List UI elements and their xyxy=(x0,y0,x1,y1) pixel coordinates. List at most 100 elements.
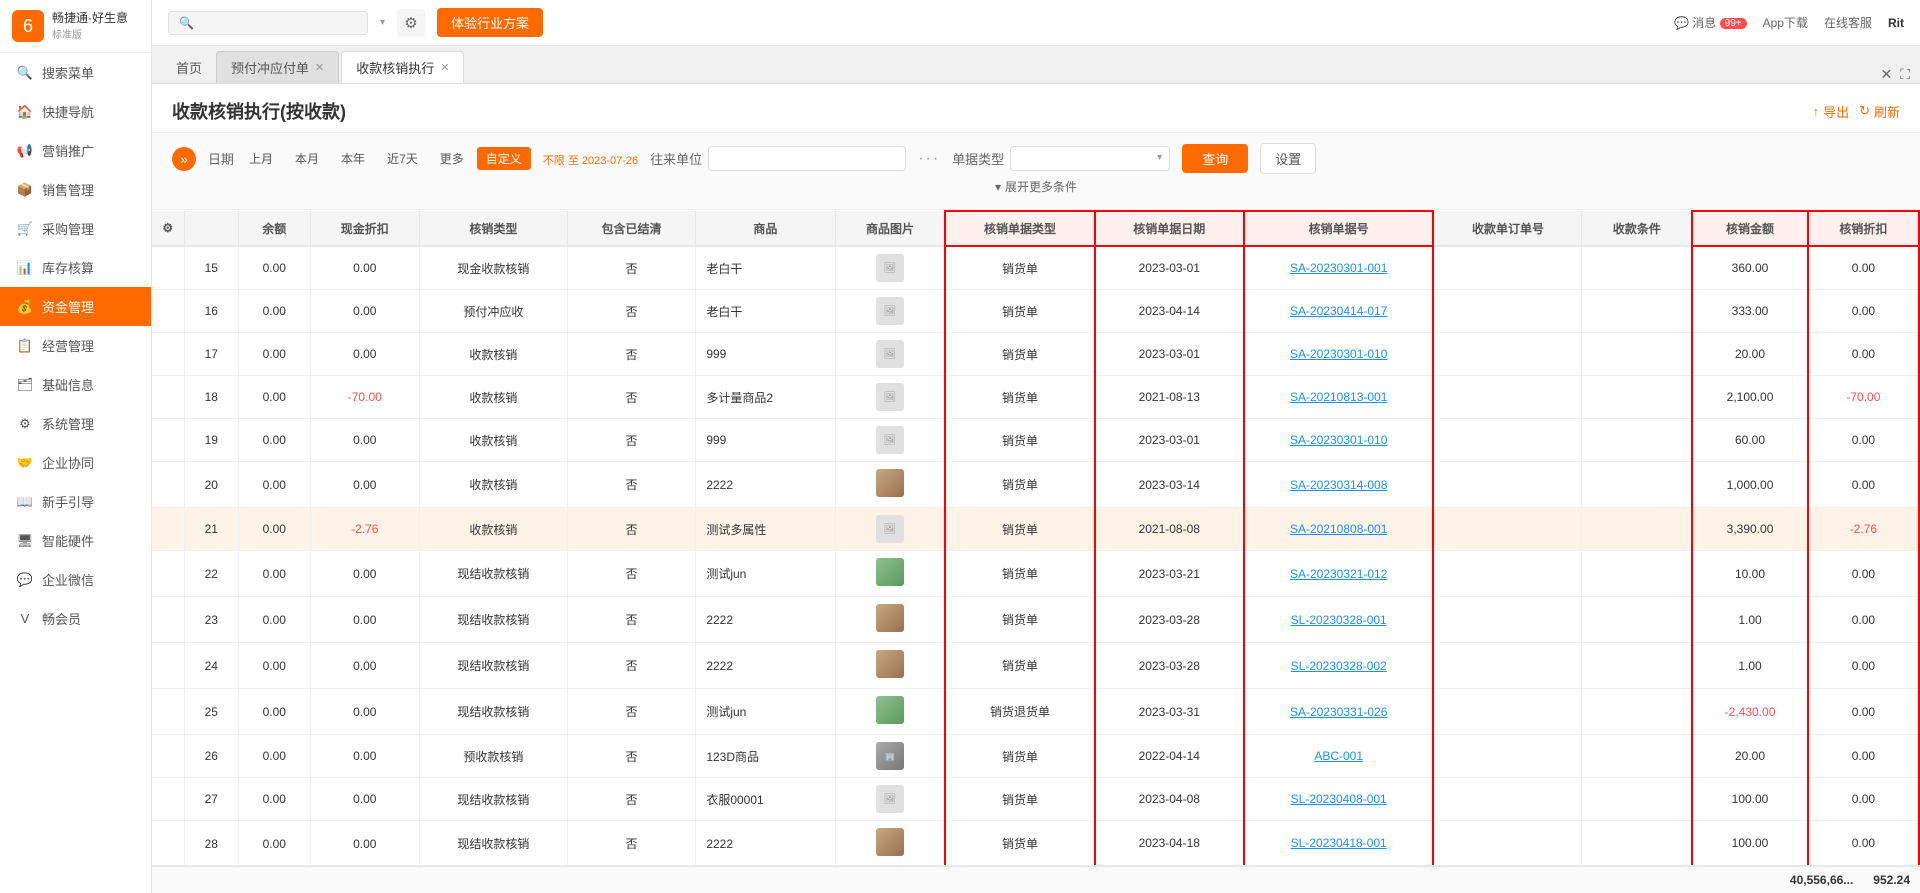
doc-no-link[interactable]: SA-20230321-012 xyxy=(1290,567,1387,581)
table-row: 27 0.00 0.00 现结收款核销 否 衣服00001 🖼 销货单 2023… xyxy=(152,778,1919,821)
cell-cancel-discount: -2.76 xyxy=(1808,508,1919,551)
tab-collection[interactable]: 收款核销执行 ✕ xyxy=(341,51,464,83)
cell-cancel-discount: 0.00 xyxy=(1808,597,1919,643)
doc-no-link[interactable]: SA-20230301-010 xyxy=(1290,347,1387,361)
expand-more-conditions[interactable]: ▾ 展开更多条件 xyxy=(172,174,1900,199)
table-header-row: ⚙ 余额 现金折扣 核销类型 包含已结清 商品 商品图片 核销单据类型 核销单据… xyxy=(152,211,1919,246)
doc-no-link[interactable]: SL-20230328-001 xyxy=(1291,613,1387,627)
dropdown-chevron-icon[interactable]: ▾ xyxy=(380,17,385,28)
col-product-header: 商品 xyxy=(696,211,835,246)
cell-cancel-type: 收款核销 xyxy=(420,462,568,508)
topbar-right: 💬 消息 99+ App下载 在线客服 Rit xyxy=(1674,14,1904,31)
doc-no-link[interactable]: SL-20230328-002 xyxy=(1291,659,1387,673)
query-button[interactable]: 查询 xyxy=(1182,144,1248,173)
close-tab-icon[interactable]: ✕ xyxy=(1880,66,1892,83)
date-custom-btn[interactable]: 自定义 xyxy=(477,147,531,170)
doc-no-link[interactable]: SA-20230314-008 xyxy=(1290,478,1387,492)
sidebar-item-collab[interactable]: 🤝 企业协同 xyxy=(0,443,151,482)
sidebar-item-finance[interactable]: 💰 资金管理 xyxy=(0,287,151,326)
doc-no-link[interactable]: SL-20230418-001 xyxy=(1291,836,1387,850)
cell-includes-settled: 否 xyxy=(567,821,696,866)
sidebar-label-inventory: 库存核算 xyxy=(42,258,94,277)
cell-cash-discount: 0.00 xyxy=(310,643,420,689)
cell-receipt-order xyxy=(1433,462,1581,508)
doc-no-link[interactable]: SA-20210808-001 xyxy=(1290,522,1387,536)
sidebar-item-inventory[interactable]: 📊 库存核算 xyxy=(0,248,151,287)
industry-solution-button[interactable]: 体验行业方案 xyxy=(437,8,543,37)
cell-product-img: 🏢 xyxy=(835,735,945,778)
filter-expand-button[interactable]: » xyxy=(172,147,196,171)
cell-balance: 0.00 xyxy=(239,551,310,597)
sidebar-item-marketing[interactable]: 📢 营销推广 xyxy=(0,131,151,170)
doc-no-link[interactable]: SA-20230301-010 xyxy=(1290,433,1387,447)
export-button[interactable]: ↑ 导出 xyxy=(1813,102,1850,121)
app-download-link[interactable]: App下载 xyxy=(1763,14,1808,31)
date-this-month-btn[interactable]: 本月 xyxy=(286,147,328,170)
col-cancel-amount-header: 核销金额 xyxy=(1692,211,1807,246)
date-more-btn[interactable]: 更多 xyxy=(431,147,473,170)
date-7days-btn[interactable]: 近7天 xyxy=(378,147,427,170)
doc-no-link[interactable]: SA-20230331-026 xyxy=(1290,705,1387,719)
cell-receipt-order xyxy=(1433,551,1581,597)
cell-includes-settled: 否 xyxy=(567,643,696,689)
sidebar-item-hardware[interactable]: 🖥 智能硬件 xyxy=(0,521,151,560)
sidebar-item-system[interactable]: ⚙ 系统管理 xyxy=(0,404,151,443)
settings-button[interactable]: 设置 xyxy=(1260,143,1316,174)
sidebar-label-sales: 销售管理 xyxy=(42,180,94,199)
tab-collection-close-icon[interactable]: ✕ xyxy=(440,61,449,74)
sidebar-item-sales[interactable]: 📦 销售管理 xyxy=(0,170,151,209)
cell-receipt-cond xyxy=(1582,597,1692,643)
user-name[interactable]: Rit xyxy=(1888,16,1904,30)
product-image-placeholder: 🖼 xyxy=(876,340,904,368)
refresh-button[interactable]: ↻ 刷新 xyxy=(1859,102,1900,121)
sidebar-item-operations[interactable]: 📋 经营管理 xyxy=(0,326,151,365)
date-options: 上月 本月 本年 近7天 更多 自定义 xyxy=(240,147,531,170)
cell-doc-no: SA-20210808-001 xyxy=(1244,508,1434,551)
cell-no: 16 xyxy=(184,290,239,333)
sidebar-item-basics[interactable]: 🗂 基础信息 xyxy=(0,365,151,404)
purchase-icon: 🛒 xyxy=(16,220,34,238)
cell-cancel-amount: 100.00 xyxy=(1692,778,1807,821)
online-service-link[interactable]: 在线客服 xyxy=(1824,14,1872,31)
messages-area[interactable]: 💬 消息 99+ xyxy=(1674,14,1747,31)
sidebar-item-quick-nav[interactable]: 🏠 快捷导航 xyxy=(0,92,151,131)
inventory-icon: 📊 xyxy=(16,259,34,277)
doc-no-link[interactable]: SA-20230301-001 xyxy=(1290,261,1387,275)
partner-input[interactable] xyxy=(708,146,906,171)
cell-cancel-type: 现结收款核销 xyxy=(420,551,568,597)
sidebar-item-wechat[interactable]: 💬 企业微信 xyxy=(0,560,151,599)
doc-no-link[interactable]: SA-20230414-017 xyxy=(1290,304,1387,318)
cell-product-img xyxy=(835,597,945,643)
tab-home[interactable]: 首页 xyxy=(162,52,216,83)
cell-cancel-type: 预收款核销 xyxy=(420,735,568,778)
cell-no: 27 xyxy=(184,778,239,821)
product-image-placeholder: 🖼 xyxy=(876,426,904,454)
cell-product: 测试jun xyxy=(696,689,835,735)
cell-cancel-type: 预付冲应收 xyxy=(420,290,568,333)
sidebar-item-purchase[interactable]: 🛒 采购管理 xyxy=(0,209,151,248)
doc-type-select[interactable] xyxy=(1010,146,1170,171)
product-image xyxy=(876,604,904,632)
sidebar-item-search[interactable]: 🔍 搜索菜单 xyxy=(0,53,151,92)
expand-icon[interactable]: ⛶ xyxy=(1900,66,1910,83)
cell-no: 26 xyxy=(184,735,239,778)
cell-no: 20 xyxy=(184,462,239,508)
column-settings-icon[interactable]: ⚙ xyxy=(162,221,173,235)
tab-prepay-close-icon[interactable]: ✕ xyxy=(315,61,324,74)
tab-prepay[interactable]: 预付冲应付单 ✕ xyxy=(216,51,339,83)
cell-cancel-type: 收款核销 xyxy=(420,508,568,551)
sidebar-label-hardware: 智能硬件 xyxy=(42,531,94,550)
col-settings-header[interactable]: ⚙ xyxy=(152,211,184,246)
sidebar-item-member[interactable]: V 畅会员 xyxy=(0,599,151,638)
doc-no-link[interactable]: ABC-001 xyxy=(1314,749,1363,763)
date-last-month-btn[interactable]: 上月 xyxy=(240,147,282,170)
date-this-year-btn[interactable]: 本年 xyxy=(332,147,374,170)
settings-icon[interactable]: ⚙ xyxy=(397,9,425,37)
cell-receipt-order xyxy=(1433,333,1581,376)
doc-no-link[interactable]: SL-20230408-001 xyxy=(1291,792,1387,806)
doc-no-link[interactable]: SA-20210813-001 xyxy=(1290,390,1387,404)
sidebar-item-guide[interactable]: 📖 新手引导 xyxy=(0,482,151,521)
topbar-search[interactable]: 🔍 xyxy=(168,11,368,35)
partner-filter-group: 往来单位 xyxy=(650,146,906,171)
cell-no: 25 xyxy=(184,689,239,735)
